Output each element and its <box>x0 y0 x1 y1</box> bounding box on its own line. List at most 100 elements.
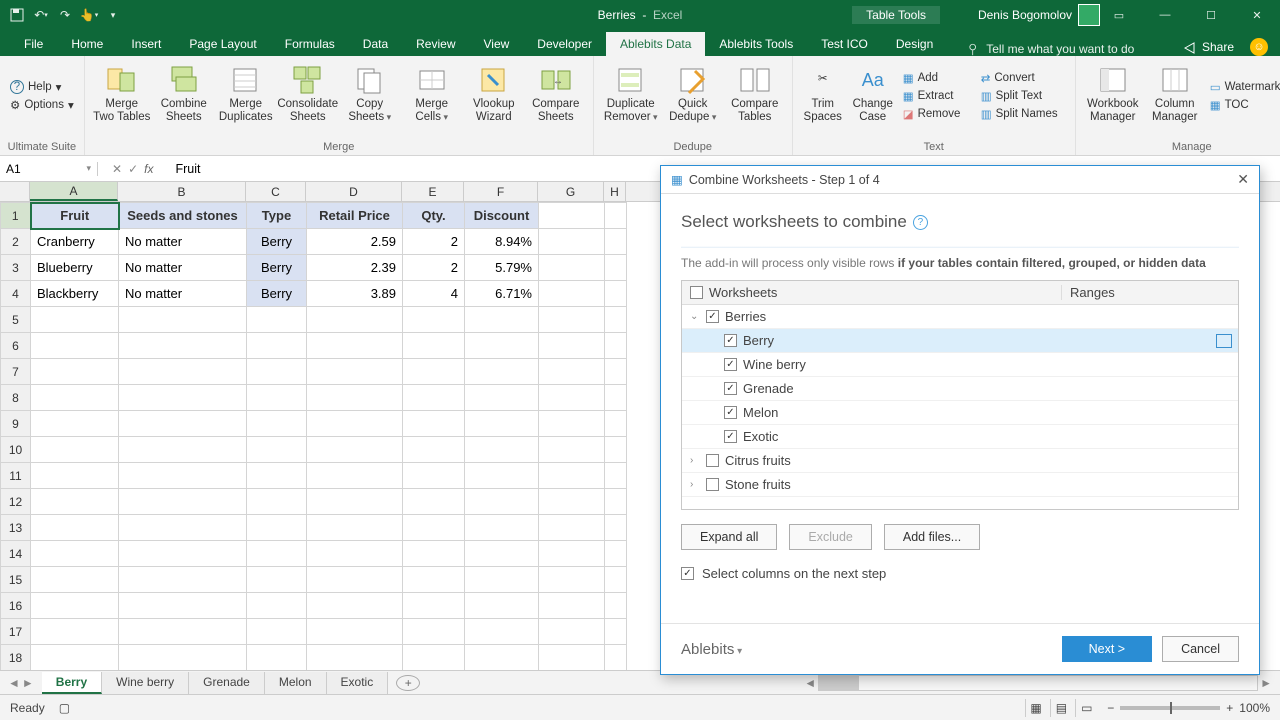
cell[interactable] <box>605 307 627 333</box>
cell[interactable] <box>31 411 119 437</box>
column-header-H[interactable]: H <box>604 182 626 201</box>
page-break-view-icon[interactable]: ▭ <box>1075 699 1097 717</box>
cell[interactable] <box>403 307 465 333</box>
cell[interactable] <box>307 593 403 619</box>
cell[interactable] <box>119 307 247 333</box>
cell[interactable] <box>31 645 119 671</box>
tell-me-search[interactable]: Tell me what you want to do <box>967 42 1134 56</box>
sheet-nav-next-icon[interactable]: ► <box>22 676 34 690</box>
sheet-checkbox[interactable]: ✓ <box>724 334 737 347</box>
cell[interactable] <box>31 515 119 541</box>
column-header-C[interactable]: C <box>246 182 306 201</box>
cell[interactable] <box>465 541 539 567</box>
cell[interactable]: Berry <box>247 255 307 281</box>
cell[interactable] <box>31 385 119 411</box>
sheet-checkbox[interactable]: ✓ <box>724 430 737 443</box>
horizontal-scrollbar[interactable] <box>818 675 1258 691</box>
page-layout-view-icon[interactable]: ▤ <box>1050 699 1072 717</box>
cell[interactable]: No matter <box>119 229 247 255</box>
cell[interactable] <box>605 489 627 515</box>
cell[interactable] <box>539 515 605 541</box>
cell[interactable] <box>605 281 627 307</box>
cell[interactable] <box>31 359 119 385</box>
merge-two-tables-button[interactable]: Merge Two Tables <box>91 60 153 124</box>
row-header[interactable]: 11 <box>1 463 31 489</box>
cell[interactable] <box>247 541 307 567</box>
options-button[interactable]: ⚙Options ▾ <box>6 97 78 113</box>
remove-text-button[interactable]: ◪Remove <box>899 106 977 122</box>
share-button[interactable]: Share <box>1183 40 1234 54</box>
cell[interactable] <box>539 593 605 619</box>
sheet-tab[interactable]: Berry <box>42 672 102 694</box>
cell[interactable]: No matter <box>119 255 247 281</box>
cell[interactable] <box>247 385 307 411</box>
vlookup-wizard-button[interactable]: Vlookup Wizard <box>463 60 525 124</box>
cell[interactable] <box>539 619 605 645</box>
zoom-level[interactable]: 100% <box>1239 701 1270 715</box>
cell[interactable] <box>465 593 539 619</box>
cell[interactable] <box>31 437 119 463</box>
convert-text-button[interactable]: ⇄Convert <box>977 70 1069 86</box>
macro-record-icon[interactable]: ▢ <box>59 701 70 715</box>
cell[interactable] <box>403 619 465 645</box>
cell[interactable] <box>119 593 247 619</box>
cell[interactable] <box>403 645 465 671</box>
cell[interactable] <box>605 255 627 281</box>
tab-ablebits-tools[interactable]: Ablebits Tools <box>705 32 807 56</box>
feedback-icon[interactable]: ☺ <box>1250 38 1268 56</box>
sheet-node[interactable]: Berry <box>743 333 774 348</box>
expand-icon[interactable]: ⌄ <box>690 311 700 322</box>
cell[interactable] <box>307 307 403 333</box>
cell[interactable] <box>31 567 119 593</box>
cell[interactable] <box>247 333 307 359</box>
tab-insert[interactable]: Insert <box>117 32 175 56</box>
cell[interactable] <box>465 619 539 645</box>
cell[interactable] <box>247 307 307 333</box>
select-columns-checkbox[interactable]: ✓ <box>681 567 694 580</box>
ablebits-brand-menu[interactable]: Ablebits <box>681 641 742 658</box>
cell[interactable] <box>465 463 539 489</box>
trim-spaces-button[interactable]: ✂Trim Spaces <box>799 60 847 132</box>
cell[interactable] <box>119 515 247 541</box>
cell[interactable] <box>307 437 403 463</box>
cell[interactable]: Fruit <box>31 203 119 229</box>
cell[interactable]: Type <box>247 203 307 229</box>
compare-tables-button[interactable]: Compare Tables <box>724 60 786 124</box>
exclude-button[interactable]: Exclude <box>789 524 871 550</box>
cell[interactable]: Qty. <box>403 203 465 229</box>
workbook-checkbox[interactable] <box>706 454 719 467</box>
cell[interactable]: Discount <box>465 203 539 229</box>
cell[interactable] <box>539 567 605 593</box>
cell[interactable] <box>539 645 605 671</box>
cell[interactable] <box>403 593 465 619</box>
cell[interactable] <box>539 489 605 515</box>
help-button[interactable]: ?Help ▾ <box>6 79 78 95</box>
qat-dropdown-icon[interactable]: ▾ <box>104 4 122 26</box>
cell[interactable] <box>307 489 403 515</box>
column-header-A[interactable]: A <box>30 182 118 201</box>
cell[interactable] <box>247 411 307 437</box>
row-header[interactable]: 2 <box>1 229 31 255</box>
zoom-slider[interactable] <box>1120 706 1220 710</box>
cell[interactable] <box>403 463 465 489</box>
column-header-G[interactable]: G <box>538 182 604 201</box>
cell[interactable] <box>247 463 307 489</box>
row-header[interactable]: 6 <box>1 333 31 359</box>
save-icon[interactable] <box>8 4 26 26</box>
cell[interactable] <box>539 281 605 307</box>
cell[interactable] <box>539 437 605 463</box>
split-names-button[interactable]: ▥Split Names <box>977 106 1069 122</box>
cell[interactable] <box>605 567 627 593</box>
tab-page-layout[interactable]: Page Layout <box>175 32 270 56</box>
cell[interactable] <box>605 385 627 411</box>
cell[interactable] <box>539 541 605 567</box>
redo-icon[interactable]: ↷ <box>56 4 74 26</box>
sheet-checkbox[interactable]: ✓ <box>724 382 737 395</box>
cell[interactable] <box>307 359 403 385</box>
cell[interactable] <box>119 645 247 671</box>
close-icon[interactable]: ✕ <box>1234 0 1280 30</box>
merge-duplicates-button[interactable]: Merge Duplicates <box>215 60 277 124</box>
compare-sheets-button[interactable]: ↔Compare Sheets <box>525 60 587 124</box>
cell[interactable] <box>465 385 539 411</box>
cell[interactable] <box>119 567 247 593</box>
